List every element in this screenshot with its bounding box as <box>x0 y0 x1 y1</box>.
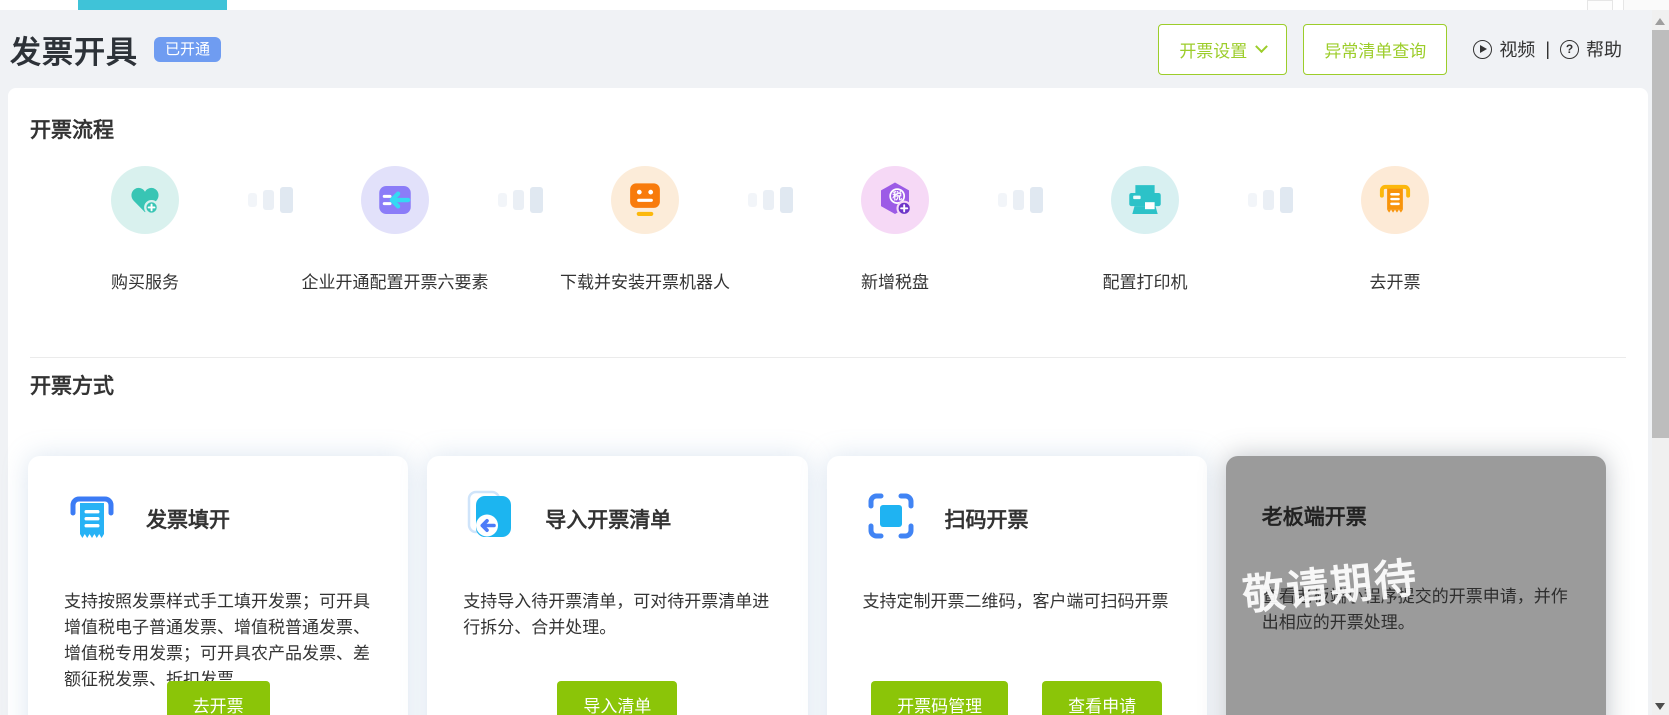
flow-connector <box>220 166 320 234</box>
flow-step-label: 配置打印机 <box>1102 273 1188 292</box>
play-circle-icon <box>1473 39 1493 59</box>
flow-step-label: 企业开通配置开票六要素 <box>301 273 489 292</box>
scan-qr-icon <box>863 488 919 549</box>
card-description: 支持导入待开票清单，可对待开票清单进行拆分、合并处理。 <box>463 592 770 637</box>
section-divider <box>30 357 1626 358</box>
card-buttons: 导入清单 <box>427 681 807 715</box>
scroll-up-arrow-icon[interactable] <box>1655 18 1665 25</box>
flow-connector <box>470 166 570 234</box>
scroll-down-arrow-icon[interactable] <box>1655 703 1665 710</box>
card-description: 支持按照发票样式手工填开发票；可开具增值税电子普通发票、增值税普通发票、增值税专… <box>64 592 370 689</box>
go-invoice-button[interactable]: 去开票 <box>166 681 270 715</box>
flow-step-buy-service: 购买服务 <box>70 166 220 293</box>
chevron-down-icon <box>1255 39 1269 53</box>
robot-icon <box>611 166 679 234</box>
heart-plus-icon <box>111 166 179 234</box>
import-box-icon <box>361 166 429 234</box>
invoice-receipt-icon <box>1361 166 1429 234</box>
tab-strip-fragment <box>1623 0 1669 10</box>
card-buttons: 开票码管理 查看申请 <box>827 681 1207 715</box>
flow-step-install-robot: 下载并安装开票机器人 <box>560 166 730 293</box>
help-link-label: 帮助 <box>1586 40 1622 60</box>
flow-step-label: 下载并安装开票机器人 <box>560 273 730 292</box>
card-buttons: 去开票 <box>28 681 408 715</box>
card-title: 扫码开票 <box>944 508 1029 532</box>
methods-section-heading: 开票方式 <box>30 375 114 398</box>
abnormal-list-query-label: 异常清单查询 <box>1324 41 1427 61</box>
card-scan-code: 扫码开票 支持定制开票二维码，客户端可扫码开票 开票码管理 查看申请 <box>826 456 1207 715</box>
flow-step-label: 购买服务 <box>111 273 179 292</box>
question-circle-icon: ? <box>1560 39 1579 59</box>
flow-connector <box>720 166 820 234</box>
invoice-print-icon <box>64 488 120 549</box>
flow-step-label: 新增税盘 <box>861 273 929 292</box>
flow-step-configure-printer: 配置打印机 <box>1070 166 1220 293</box>
flow-section-heading: 开票流程 <box>30 119 114 142</box>
import-list-button[interactable]: 导入清单 <box>557 681 678 715</box>
flow-step-configure-elements: 企业开通配置开票六要素 <box>302 166 489 293</box>
tax-disk-add-icon: 税 <box>861 166 929 234</box>
invoice-settings-label: 开票设置 <box>1179 41 1248 61</box>
card-head: 老板端开票 <box>1262 488 1570 544</box>
flow-step-go-invoice: 去开票 <box>1320 166 1470 293</box>
vertical-scrollbar[interactable] <box>1652 10 1669 715</box>
flow-connector <box>1220 166 1320 234</box>
header-actions: 开票设置 异常清单查询 视频 | ? 帮助 <box>1158 23 1622 75</box>
active-tab-indicator[interactable] <box>78 0 227 10</box>
card-head: 发票填开 <box>64 488 372 549</box>
method-cards: 发票填开 支持按照发票样式手工填开发票；可开具增值税电子普通发票、增值税普通发票… <box>28 456 1606 715</box>
page-title: 发票开具 <box>10 34 138 70</box>
flow-step-label: 去开票 <box>1369 273 1421 292</box>
card-head: 扫码开票 <box>863 488 1171 549</box>
view-application-button[interactable]: 查看申请 <box>1042 681 1163 715</box>
card-import-list: 导入开票清单 支持导入待开票清单，可对待开票清单进行拆分、合并处理。 导入清单 <box>427 456 808 715</box>
card-title: 导入开票清单 <box>545 508 672 532</box>
scrollbar-thumb[interactable] <box>1652 30 1669 438</box>
flow-connector <box>970 166 1070 234</box>
printer-icon <box>1111 166 1179 234</box>
status-badge: 已开通 <box>154 36 222 62</box>
card-invoice-fill: 发票填开 支持按照发票样式手工填开发票；可开具增值税电子普通发票、增值税普通发票… <box>28 456 409 715</box>
video-link[interactable]: 视频 <box>1473 36 1535 62</box>
card-title: 发票填开 <box>146 508 230 532</box>
link-separator: | <box>1545 38 1550 59</box>
tab-bar-strip <box>0 0 1669 10</box>
help-link[interactable]: ? 帮助 <box>1560 36 1622 62</box>
abnormal-list-query-button[interactable]: 异常清单查询 <box>1303 23 1448 75</box>
tab-strip-fragment <box>1587 0 1613 10</box>
flow-step-add-tax-disk: 税 新增税盘 <box>820 166 970 293</box>
card-boss-invoice: 老板端开票 查看老板端小程序提交的开票申请，并作出相应的开票处理。 敬请期待 <box>1225 456 1606 715</box>
invoicing-flow: 购买服务 企业开通配置开票六要素 下载并安装开票机器人 税 新增税盘 配置打印机… <box>70 166 1470 293</box>
card-head: 导入开票清单 <box>463 488 771 549</box>
main-panel: 开票流程 购买服务 企业开通配置开票六要素 下载并安装开票机器人 税 新增税盘 … <box>8 88 1648 715</box>
invoice-code-manage-button[interactable]: 开票码管理 <box>871 681 1009 715</box>
import-list-icon <box>463 488 519 549</box>
svg-text:税: 税 <box>892 190 902 202</box>
card-description: 支持定制开票二维码，客户端可扫码开票 <box>862 592 1169 611</box>
header-links: 视频 | ? 帮助 <box>1473 36 1622 62</box>
invoice-settings-button[interactable]: 开票设置 <box>1158 23 1288 75</box>
page-header: 发票开具 已开通 开票设置 异常清单查询 视频 | ? 帮助 <box>0 10 1648 88</box>
card-title: 老板端开票 <box>1261 506 1367 529</box>
video-link-label: 视频 <box>1499 40 1536 60</box>
